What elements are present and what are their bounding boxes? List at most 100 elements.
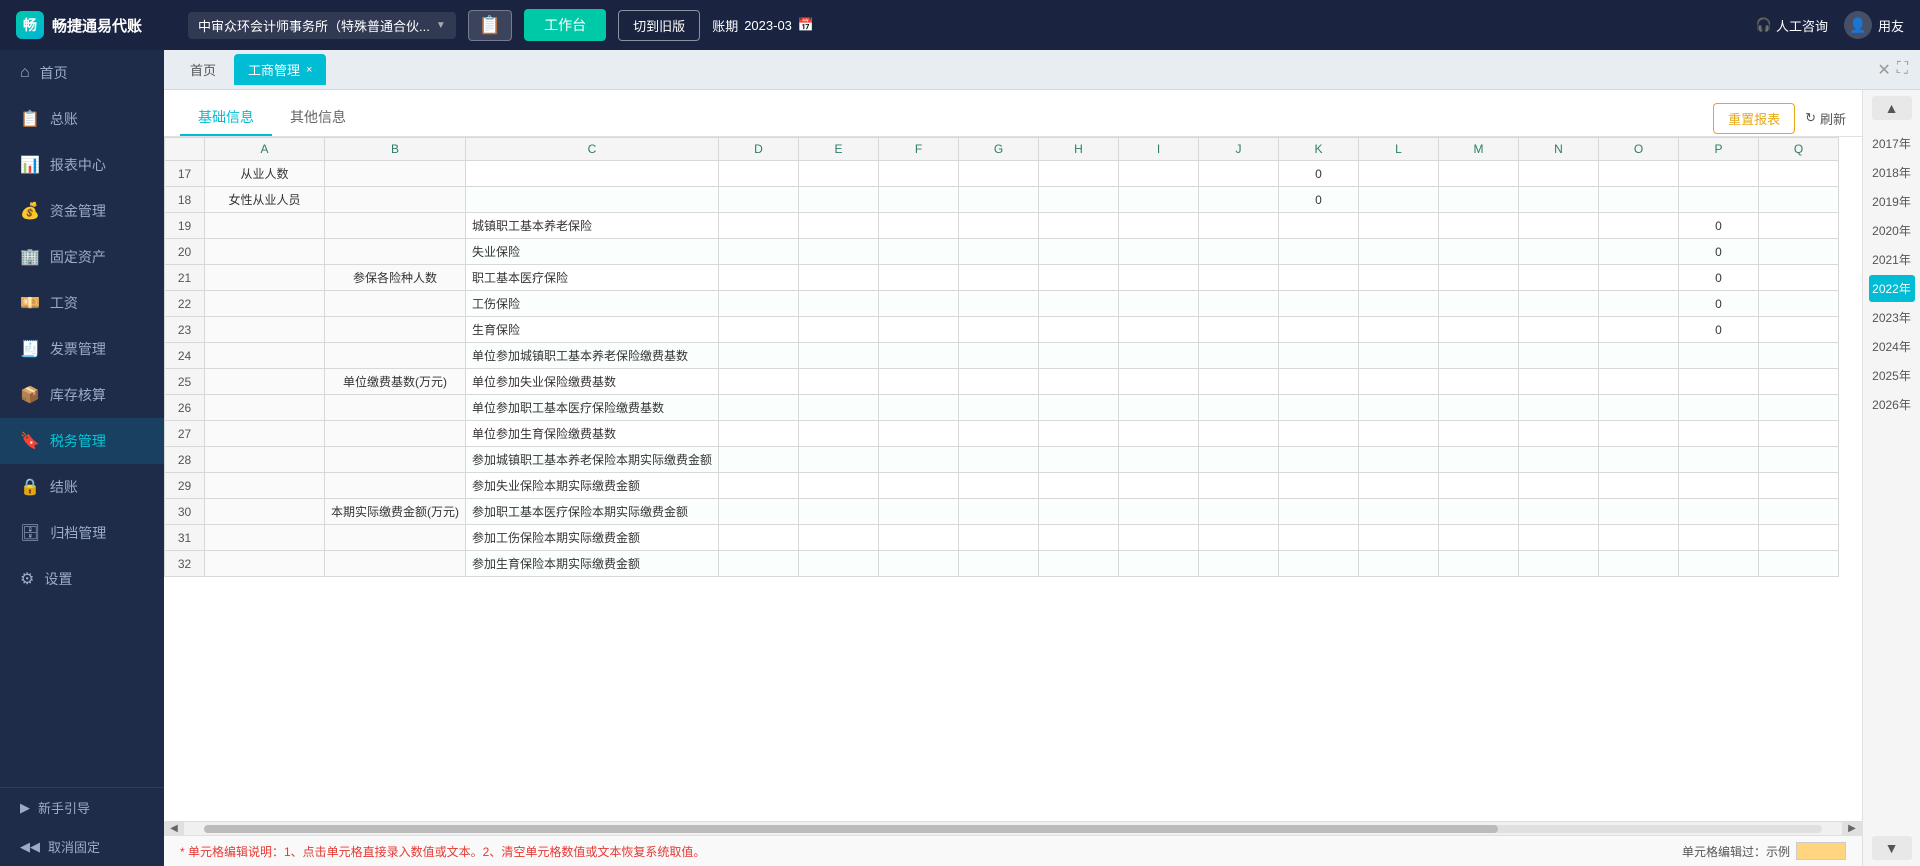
cell-n-31[interactable] <box>1519 525 1599 551</box>
cell-d-21[interactable] <box>719 265 799 291</box>
cell-c-21[interactable]: 职工基本医疗保险 <box>466 265 719 291</box>
cell-e-29[interactable] <box>799 473 879 499</box>
cell-q-18[interactable] <box>1759 187 1839 213</box>
cell-k-21[interactable] <box>1279 265 1359 291</box>
cell-a-28[interactable] <box>205 447 325 473</box>
cell-e-30[interactable] <box>799 499 879 525</box>
cell-p-25[interactable] <box>1679 369 1759 395</box>
cell-e-22[interactable] <box>799 291 879 317</box>
new-guide-button[interactable]: ▶ 新手引导 <box>0 788 164 827</box>
cell-l-24[interactable] <box>1359 343 1439 369</box>
sidebar-item-invoice[interactable]: 🧾发票管理 <box>0 326 164 372</box>
cell-j-19[interactable] <box>1199 213 1279 239</box>
cell-g-27[interactable] <box>959 421 1039 447</box>
cell-l-23[interactable] <box>1359 317 1439 343</box>
cell-m-17[interactable] <box>1439 161 1519 187</box>
cell-e-24[interactable] <box>799 343 879 369</box>
cell-o-18[interactable] <box>1599 187 1679 213</box>
cell-i-19[interactable] <box>1119 213 1199 239</box>
cell-i-32[interactable] <box>1119 551 1199 577</box>
cell-j-17[interactable] <box>1199 161 1279 187</box>
cell-m-24[interactable] <box>1439 343 1519 369</box>
cell-a-18[interactable]: 女性从业人员 <box>205 187 325 213</box>
cell-d-17[interactable] <box>719 161 799 187</box>
cell-i-25[interactable] <box>1119 369 1199 395</box>
unpin-button[interactable]: ◀◀ 取消固定 <box>0 827 164 866</box>
scrollbar-thumb[interactable] <box>204 825 1498 833</box>
cell-d-24[interactable] <box>719 343 799 369</box>
cell-h-24[interactable] <box>1039 343 1119 369</box>
cell-d-32[interactable] <box>719 551 799 577</box>
cell-c-19[interactable]: 城镇职工基本养老保险 <box>466 213 719 239</box>
sidebar-item-reports[interactable]: 📊报表中心 <box>0 142 164 188</box>
cell-k-18[interactable]: 0 <box>1279 187 1359 213</box>
cell-i-29[interactable] <box>1119 473 1199 499</box>
cell-l-29[interactable] <box>1359 473 1439 499</box>
cell-m-18[interactable] <box>1439 187 1519 213</box>
cell-g-21[interactable] <box>959 265 1039 291</box>
cell-o-23[interactable] <box>1599 317 1679 343</box>
cell-b-24[interactable] <box>325 343 466 369</box>
cell-o-26[interactable] <box>1599 395 1679 421</box>
cell-c-31[interactable]: 参加工伤保险本期实际缴费金额 <box>466 525 719 551</box>
cell-a-23[interactable] <box>205 317 325 343</box>
sidebar-item-archive[interactable]: 🗄归档管理 <box>0 510 164 556</box>
cell-p-31[interactable] <box>1679 525 1759 551</box>
year-item-2018[interactable]: 2018年 <box>1869 159 1915 186</box>
cell-h-18[interactable] <box>1039 187 1119 213</box>
cell-q-20[interactable] <box>1759 239 1839 265</box>
cell-g-30[interactable] <box>959 499 1039 525</box>
cell-g-32[interactable] <box>959 551 1039 577</box>
cell-k-32[interactable] <box>1279 551 1359 577</box>
tab-close-icon[interactable]: × <box>306 64 312 76</box>
cell-p-17[interactable] <box>1679 161 1759 187</box>
cell-a-20[interactable] <box>205 239 325 265</box>
cell-i-30[interactable] <box>1119 499 1199 525</box>
cell-q-22[interactable] <box>1759 291 1839 317</box>
cell-a-22[interactable] <box>205 291 325 317</box>
cell-o-24[interactable] <box>1599 343 1679 369</box>
cell-l-20[interactable] <box>1359 239 1439 265</box>
cell-o-28[interactable] <box>1599 447 1679 473</box>
cell-a-24[interactable] <box>205 343 325 369</box>
cell-l-26[interactable] <box>1359 395 1439 421</box>
cell-n-27[interactable] <box>1519 421 1599 447</box>
cell-e-25[interactable] <box>799 369 879 395</box>
cell-b-29[interactable] <box>325 473 466 499</box>
cell-k-26[interactable] <box>1279 395 1359 421</box>
cell-h-32[interactable] <box>1039 551 1119 577</box>
cell-j-20[interactable] <box>1199 239 1279 265</box>
cell-f-17[interactable] <box>879 161 959 187</box>
cell-o-21[interactable] <box>1599 265 1679 291</box>
cell-f-25[interactable] <box>879 369 959 395</box>
cell-p-27[interactable] <box>1679 421 1759 447</box>
cell-c-29[interactable]: 参加失业保险本期实际缴费金额 <box>466 473 719 499</box>
sidebar-item-tax[interactable]: 🔖税务管理 <box>0 418 164 464</box>
cell-b-20[interactable] <box>325 239 466 265</box>
cell-g-31[interactable] <box>959 525 1039 551</box>
calendar-icon[interactable]: 📅 <box>798 17 814 33</box>
cell-c-22[interactable]: 工伤保险 <box>466 291 719 317</box>
cell-m-29[interactable] <box>1439 473 1519 499</box>
cell-p-18[interactable] <box>1679 187 1759 213</box>
cell-l-31[interactable] <box>1359 525 1439 551</box>
cell-j-24[interactable] <box>1199 343 1279 369</box>
scroll-left-arrow[interactable]: ◀ <box>164 822 184 836</box>
cell-c-24[interactable]: 单位参加城镇职工基本养老保险缴费基数 <box>466 343 719 369</box>
cell-l-19[interactable] <box>1359 213 1439 239</box>
cell-j-22[interactable] <box>1199 291 1279 317</box>
cell-q-32[interactable] <box>1759 551 1839 577</box>
cell-b-17[interactable] <box>325 161 466 187</box>
cell-q-31[interactable] <box>1759 525 1839 551</box>
cell-j-26[interactable] <box>1199 395 1279 421</box>
cell-a-19[interactable] <box>205 213 325 239</box>
cell-b-22[interactable] <box>325 291 466 317</box>
cell-f-30[interactable] <box>879 499 959 525</box>
year-item-2021[interactable]: 2021年 <box>1869 246 1915 273</box>
cell-m-31[interactable] <box>1439 525 1519 551</box>
cell-d-28[interactable] <box>719 447 799 473</box>
cell-c-26[interactable]: 单位参加职工基本医疗保险缴费基数 <box>466 395 719 421</box>
cell-i-31[interactable] <box>1119 525 1199 551</box>
cell-o-20[interactable] <box>1599 239 1679 265</box>
cell-n-22[interactable] <box>1519 291 1599 317</box>
